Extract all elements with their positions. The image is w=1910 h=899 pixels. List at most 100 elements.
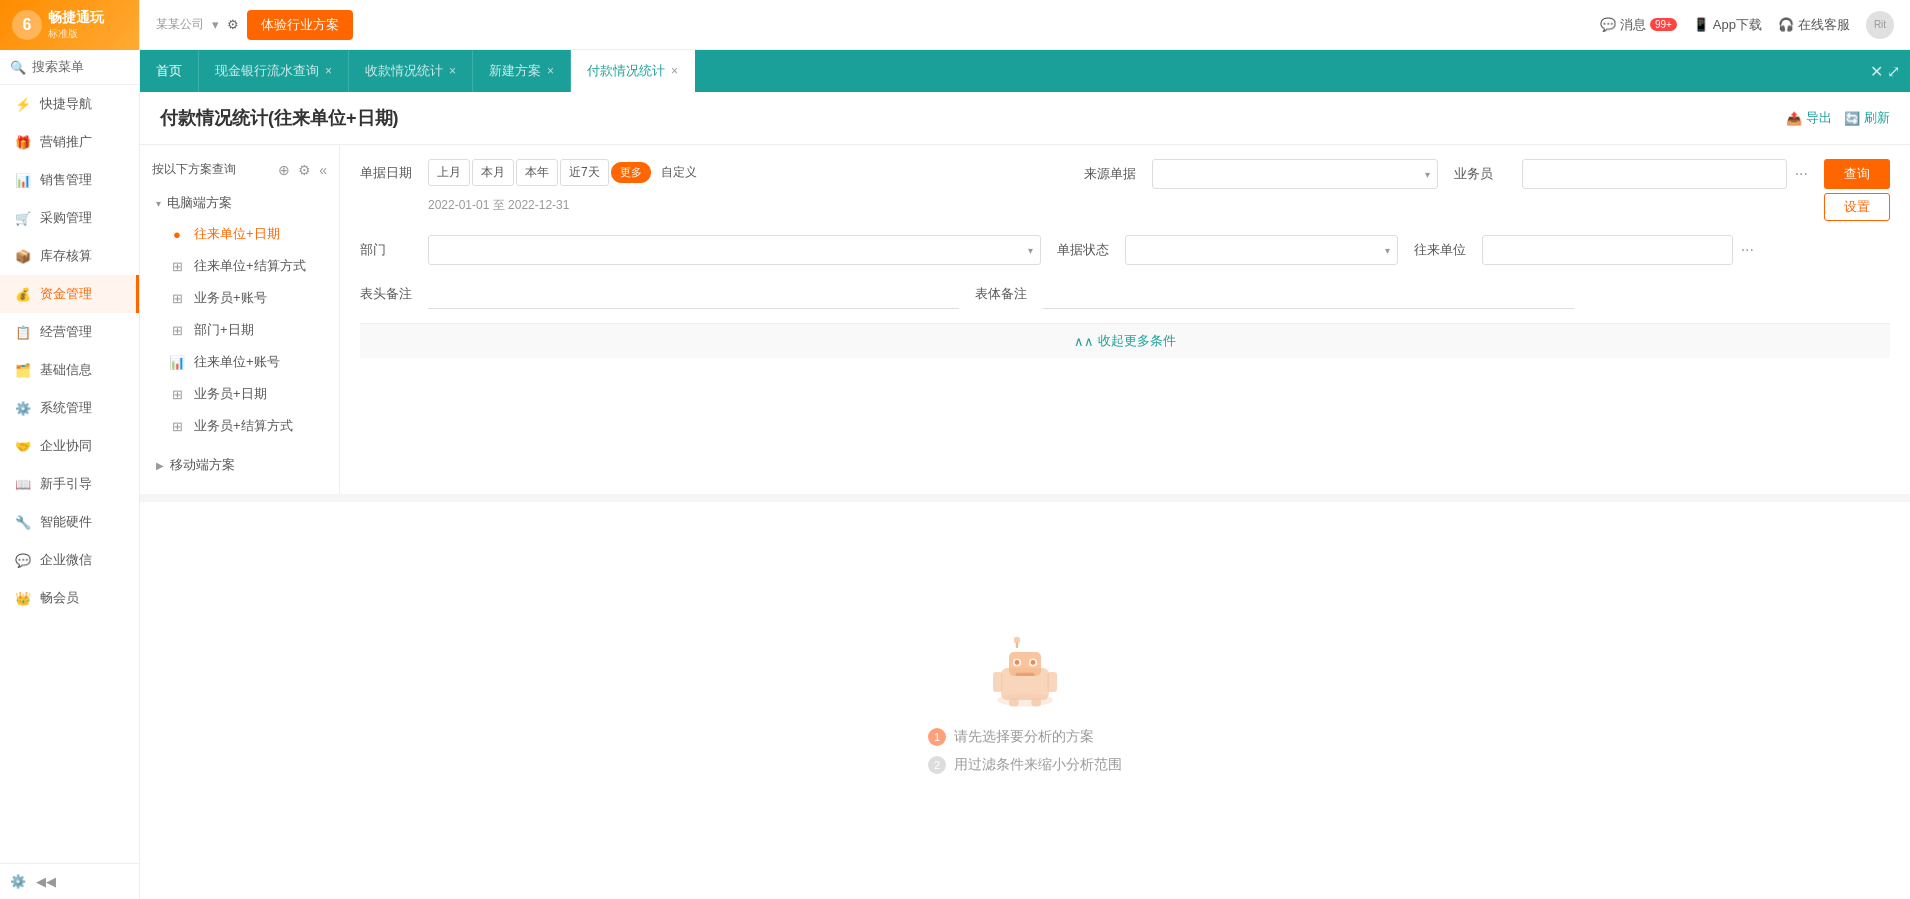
sidebar-item-wechat[interactable]: 💬 企业微信 — [0, 541, 139, 579]
guide-icon: 📖 — [14, 475, 32, 493]
staff-input[interactable] — [1522, 159, 1787, 189]
last7-btn[interactable]: 近7天 — [560, 159, 609, 186]
head-note-input[interactable] — [428, 279, 959, 309]
download-icon: 📱 — [1693, 17, 1709, 32]
refresh-button[interactable]: 🔄 刷新 — [1844, 109, 1890, 127]
scheme-header-text: 按以下方案查询 — [152, 161, 236, 178]
company-name: 某某公司 — [156, 16, 204, 33]
scheme-header-actions: ⊕ ⚙ « — [278, 162, 327, 178]
sidebar-item-operations[interactable]: 📋 经营管理 — [0, 313, 139, 351]
add-scheme-icon[interactable]: ⊕ — [278, 162, 290, 178]
sidebar-item-smarthw[interactable]: 🔧 智能硬件 — [0, 503, 139, 541]
this-year-btn[interactable]: 本年 — [516, 159, 558, 186]
scheme-sidebar: 按以下方案查询 ⊕ ⚙ « ▾ 电脑端方案 ● — [140, 145, 340, 494]
sidebar-item-member[interactable]: 👑 畅会员 — [0, 579, 139, 617]
tab-bank-close[interactable]: × — [325, 64, 332, 78]
mobile-schemes-group: ▶ 移动端方案 — [140, 446, 339, 484]
collapse-icon[interactable]: ◀◀ — [36, 874, 56, 889]
staff-more-icon[interactable]: ··· — [1795, 165, 1808, 183]
tab-newplan-close[interactable]: × — [547, 64, 554, 78]
enterprise-icon: 🤝 — [14, 437, 32, 455]
empty-tip-1: 1 请先选择要分析的方案 — [928, 728, 1122, 746]
tab-new-plan[interactable]: 新建方案 × — [473, 50, 571, 92]
sidebar-item-quicknav[interactable]: ⚡ 快捷导航 — [0, 85, 139, 123]
scheme-item-partner-account[interactable]: 📊 往来单位+账号 — [140, 346, 339, 378]
body-note-input[interactable] — [1043, 279, 1574, 309]
status-select[interactable] — [1125, 235, 1398, 265]
sidebar-item-marketing[interactable]: 🎁 营销推广 — [0, 123, 139, 161]
app-download-item[interactable]: 📱 App下载 — [1693, 16, 1762, 34]
partner-input[interactable] — [1482, 235, 1733, 265]
mobile-group-title[interactable]: ▶ 移动端方案 — [140, 450, 339, 480]
tab-receipts[interactable]: 收款情况统计 × — [349, 50, 473, 92]
company-dropdown-icon[interactable]: ▾ — [212, 17, 219, 32]
this-month-btn[interactable]: 本月 — [472, 159, 514, 186]
online-service-item[interactable]: 🎧 在线客服 — [1778, 16, 1850, 34]
sidebar-item-purchase[interactable]: 🛒 采购管理 — [0, 199, 139, 237]
more-btn[interactable]: 更多 — [611, 162, 651, 183]
scheme-item-staff-settle[interactable]: ⊞ 业务员+结算方式 — [140, 410, 339, 442]
settings-scheme-icon[interactable]: ⚙ — [298, 162, 311, 178]
top-settings-icon[interactable]: ⚙ — [227, 17, 239, 32]
source-field: 来源单据 ▾ — [1084, 159, 1438, 189]
scheme-table3-icon: ⊞ — [168, 321, 186, 339]
scheme-item-partner-settle[interactable]: ⊞ 往来单位+结算方式 — [140, 250, 339, 282]
collapse-up-icon: ∧∧ — [1074, 334, 1094, 349]
member-icon: 👑 — [14, 589, 32, 607]
group-arrow-icon: ▾ — [156, 198, 161, 209]
scheme-item-partner-date[interactable]: ● 往来单位+日期 — [140, 218, 339, 250]
desktop-group-title[interactable]: ▾ 电脑端方案 — [140, 188, 339, 218]
notifications-item[interactable]: 💬 消息 99+ — [1600, 16, 1677, 34]
content-area: 付款情况统计(往来单位+日期) 📤 导出 🔄 刷新 — [140, 92, 1910, 899]
partner-label: 往来单位 — [1414, 241, 1474, 259]
empty-tips: 1 请先选择要分析的方案 2 用过滤条件来缩小分析范围 — [928, 728, 1122, 774]
tab-paymentstats-close[interactable]: × — [671, 64, 678, 78]
sidebar-item-inventory[interactable]: 📦 库存核算 — [0, 237, 139, 275]
tab-expand-icon[interactable]: ⤢ — [1887, 62, 1900, 81]
dept-field: 部门 ▾ — [360, 235, 1041, 265]
scheme-item-staff-date[interactable]: ⊞ 业务员+日期 — [140, 378, 339, 410]
mobile-group-arrow-icon: ▶ — [156, 460, 164, 471]
collapse-button[interactable]: ∧∧ 收起更多条件 — [360, 323, 1890, 358]
scheme-item-dept-date[interactable]: ⊞ 部门+日期 — [140, 314, 339, 346]
query-button[interactable]: 查询 — [1824, 159, 1890, 189]
collapse-scheme-icon[interactable]: « — [319, 162, 327, 178]
status-select-wrapper: ▾ — [1125, 235, 1398, 265]
tab-payment-stats[interactable]: 付款情况统计 × — [571, 50, 695, 92]
search-menu[interactable]: 🔍 搜索菜单 — [0, 50, 139, 85]
scheme-chart-icon: 📊 — [168, 353, 186, 371]
tip-num-2: 2 — [928, 756, 946, 774]
sidebar-item-sales[interactable]: 📊 销售管理 — [0, 161, 139, 199]
settings-button[interactable]: 设置 — [1824, 193, 1890, 221]
tab-bank[interactable]: 现金银行流水查询 × — [199, 50, 349, 92]
settings-icon[interactable]: ⚙️ — [10, 874, 26, 889]
tab-receipts-close[interactable]: × — [449, 64, 456, 78]
last-month-btn[interactable]: 上月 — [428, 159, 470, 186]
marketing-icon: 🎁 — [14, 133, 32, 151]
tip-num-1: 1 — [928, 728, 946, 746]
scheme-table4-icon: ⊞ — [168, 385, 186, 403]
notifications-icon: 💬 — [1600, 17, 1616, 32]
notifications-badge: 99+ — [1650, 18, 1677, 31]
sidebar-item-guide[interactable]: 📖 新手引导 — [0, 465, 139, 503]
date-label: 单据日期 — [360, 164, 420, 182]
tab-home[interactable]: 首页 — [140, 50, 199, 92]
sidebar-item-basicinfo[interactable]: 🗂️ 基础信息 — [0, 351, 139, 389]
filter-row-2: 部门 ▾ 单据状态 ▾ — [360, 235, 1890, 265]
dept-select[interactable] — [428, 235, 1041, 265]
head-note-field: 表头备注 — [360, 279, 959, 309]
date-range-text: 2022-01-01 至 2022-12-31 — [428, 197, 569, 214]
scheme-table2-icon: ⊞ — [168, 289, 186, 307]
user-avatar[interactable]: Rit — [1866, 11, 1894, 39]
scheme-item-staff-account[interactable]: ⊞ 业务员+账号 — [140, 282, 339, 314]
tab-close-all-icon[interactable]: ✕ — [1870, 62, 1883, 81]
partner-more-icon[interactable]: ··· — [1741, 241, 1754, 259]
source-select[interactable] — [1152, 159, 1438, 189]
trial-button[interactable]: 体验行业方案 — [247, 10, 353, 40]
sidebar-item-system[interactable]: ⚙️ 系统管理 — [0, 389, 139, 427]
sidebar-item-enterprise[interactable]: 🤝 企业协同 — [0, 427, 139, 465]
export-button[interactable]: 📤 导出 — [1786, 109, 1832, 127]
purchase-icon: 🛒 — [14, 209, 32, 227]
custom-btn[interactable]: 自定义 — [653, 160, 705, 185]
sidebar-item-capital[interactable]: 💰 资金管理 — [0, 275, 139, 313]
